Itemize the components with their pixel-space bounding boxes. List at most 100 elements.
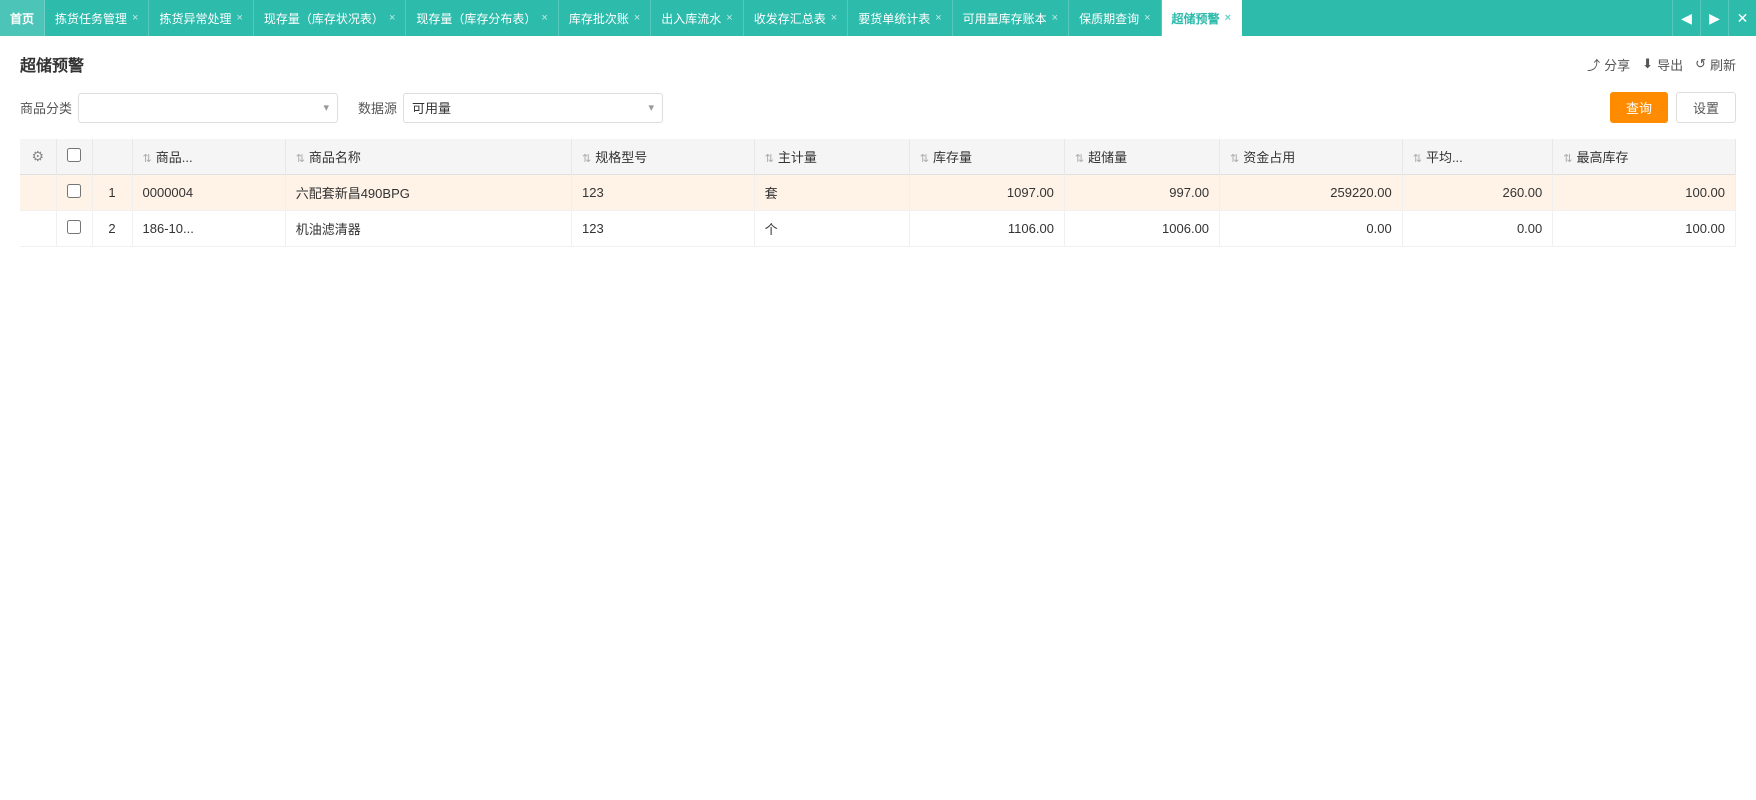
row-product-code-0: 0000004 [132, 175, 285, 211]
th-product-code[interactable]: 商品... [132, 139, 285, 175]
row-checkbox-1[interactable] [67, 220, 81, 234]
data-table: ⚙ 商品... 商品名称 规格型号 主计量 库存量 超储量 资金占用 平均...… [20, 139, 1736, 247]
nav-item-expiry[interactable]: 保质期查询 × [1069, 0, 1161, 36]
row-max-stock-1: 100.00 [1553, 211, 1736, 247]
nav-label-overstock: 超储预警 [1172, 10, 1220, 27]
refresh-icon: ↺ [1695, 56, 1706, 72]
close-icon-order-stats[interactable]: × [935, 12, 941, 24]
nav-item-home[interactable]: 首页 [0, 0, 45, 36]
nav-label-receive-summary: 收发存汇总表 [754, 10, 826, 27]
row-checkbox-0[interactable] [67, 184, 81, 198]
nav-item-abnormal[interactable]: 拣货异常处理 × [149, 0, 253, 36]
nav-item-receive-summary[interactable]: 收发存汇总表 × [744, 0, 848, 36]
nav-arrow-left[interactable]: ◀ [1672, 0, 1700, 36]
close-icon-overstock[interactable]: × [1225, 12, 1231, 24]
nav-item-inventory-status[interactable]: 现存量（库存状况表） × [254, 0, 406, 36]
table-header-row: ⚙ 商品... 商品名称 规格型号 主计量 库存量 超储量 资金占用 平均...… [20, 139, 1736, 175]
table-row: 1 0000004 六配套新昌490BPG 123 套 1097.00 997.… [20, 175, 1736, 211]
row-stock-0: 1097.00 [909, 175, 1064, 211]
row-spec-0: 123 [572, 175, 755, 211]
row-spec-1: 123 [572, 211, 755, 247]
top-navigation: 首页 拣货任务管理 × 拣货异常处理 × 现存量（库存状况表） × 现存量（库存… [0, 0, 1756, 36]
th-product-name[interactable]: 商品名称 [285, 139, 571, 175]
chevron-down-icon-datasource: ▾ [649, 101, 655, 114]
close-icon-inventory-dist[interactable]: × [541, 12, 547, 24]
category-label: 商品分类 [20, 98, 72, 117]
refresh-label: 刷新 [1710, 55, 1736, 74]
close-icon-available-account[interactable]: × [1052, 12, 1058, 24]
nav-item-available-account[interactable]: 可用量库存账本 × [953, 0, 1069, 36]
datasource-value: 可用量 [412, 98, 451, 117]
row-num-0: 1 [92, 175, 132, 211]
th-spec[interactable]: 规格型号 [572, 139, 755, 175]
share-button[interactable]: ⤴ 分享 [1587, 55, 1630, 74]
row-num-1: 2 [92, 211, 132, 247]
share-icon: ⤴ [1587, 55, 1600, 74]
select-all-checkbox[interactable] [67, 148, 81, 162]
settings-button[interactable]: 设置 [1676, 92, 1736, 123]
th-avg[interactable]: 平均... [1402, 139, 1553, 175]
export-button[interactable]: ⬇ 导出 [1642, 55, 1683, 74]
nav-label-batch-account: 库存批次账 [569, 10, 629, 27]
row-overstock-1: 1006.00 [1064, 211, 1219, 247]
nav-item-order-stats[interactable]: 要货单统计表 × [848, 0, 952, 36]
close-icon-inventory-status[interactable]: × [389, 12, 395, 24]
category-select[interactable]: ▾ [78, 93, 338, 123]
table-body: 1 0000004 六配套新昌490BPG 123 套 1097.00 997.… [20, 175, 1736, 247]
nav-arrow-close[interactable]: ✕ [1728, 0, 1756, 36]
th-unit[interactable]: 主计量 [754, 139, 909, 175]
row-capital-0: 259220.00 [1220, 175, 1403, 211]
row-product-code-1: 186-10... [132, 211, 285, 247]
th-settings[interactable]: ⚙ [20, 139, 56, 175]
th-capital[interactable]: 资金占用 [1220, 139, 1403, 175]
datasource-label: 数据源 [358, 98, 397, 117]
th-max-stock[interactable]: 最高库存 [1553, 139, 1736, 175]
export-label: 导出 [1657, 55, 1683, 74]
close-icon-batch-account[interactable]: × [634, 12, 640, 24]
nav-item-batch-account[interactable]: 库存批次账 × [559, 0, 651, 36]
th-stock[interactable]: 库存量 [909, 139, 1064, 175]
nav-label-inout-flow: 出入库流水 [661, 10, 721, 27]
close-icon-inout-flow[interactable]: × [726, 12, 732, 24]
close-icon-abnormal[interactable]: × [236, 12, 242, 24]
row-check-1[interactable] [56, 211, 92, 247]
nav-item-task-mgmt[interactable]: 拣货任务管理 × [45, 0, 149, 36]
nav-arrows: ◀ ▶ ✕ [1672, 0, 1756, 36]
nav-item-inventory-dist[interactable]: 现存量（库存分布表） × [406, 0, 558, 36]
close-icon-expiry[interactable]: × [1144, 12, 1150, 24]
row-settings-0 [20, 175, 56, 211]
nav-label-inventory-dist: 现存量（库存分布表） [416, 10, 536, 27]
row-product-name-0: 六配套新昌490BPG [285, 175, 571, 211]
nav-label-available-account: 可用量库存账本 [963, 10, 1047, 27]
nav-item-inout-flow[interactable]: 出入库流水 × [651, 0, 743, 36]
nav-arrow-right[interactable]: ▶ [1700, 0, 1728, 36]
table-row: 2 186-10... 机油滤清器 123 个 1106.00 1006.00 … [20, 211, 1736, 247]
nav-label-inventory-status: 现存量（库存状况表） [264, 10, 384, 27]
close-icon-receive-summary[interactable]: × [831, 12, 837, 24]
datasource-select[interactable]: 可用量 ▾ [403, 93, 663, 123]
row-check-0[interactable] [56, 175, 92, 211]
nav-label-expiry: 保质期查询 [1079, 10, 1139, 27]
row-product-name-1: 机油滤清器 [285, 211, 571, 247]
row-max-stock-0: 100.00 [1553, 175, 1736, 211]
row-settings-1 [20, 211, 56, 247]
share-label: 分享 [1604, 55, 1630, 74]
filter-category: 商品分类 ▾ [20, 93, 338, 123]
row-overstock-0: 997.00 [1064, 175, 1219, 211]
gear-icon[interactable]: ⚙ [31, 148, 44, 164]
page-content: 超储预警 ⤴ 分享 ⬇ 导出 ↺ 刷新 商品分类 ▾ 数据源 [0, 36, 1756, 263]
filter-row: 商品分类 ▾ 数据源 可用量 ▾ 查询 设置 [20, 92, 1736, 123]
filter-actions: 查询 设置 [1610, 92, 1736, 123]
page-title: 超储预警 [20, 52, 84, 76]
nav-item-overstock[interactable]: 超储预警 × [1162, 0, 1242, 36]
th-check [56, 139, 92, 175]
export-icon: ⬇ [1642, 56, 1653, 72]
th-overstock[interactable]: 超储量 [1064, 139, 1219, 175]
query-button[interactable]: 查询 [1610, 92, 1668, 123]
page-header: 超储预警 ⤴ 分享 ⬇ 导出 ↺ 刷新 [20, 52, 1736, 76]
refresh-button[interactable]: ↺ 刷新 [1695, 55, 1736, 74]
nav-label-abnormal: 拣货异常处理 [159, 10, 231, 27]
row-unit-1: 个 [754, 211, 909, 247]
close-icon-task-mgmt[interactable]: × [132, 12, 138, 24]
header-actions: ⤴ 分享 ⬇ 导出 ↺ 刷新 [1587, 55, 1736, 74]
